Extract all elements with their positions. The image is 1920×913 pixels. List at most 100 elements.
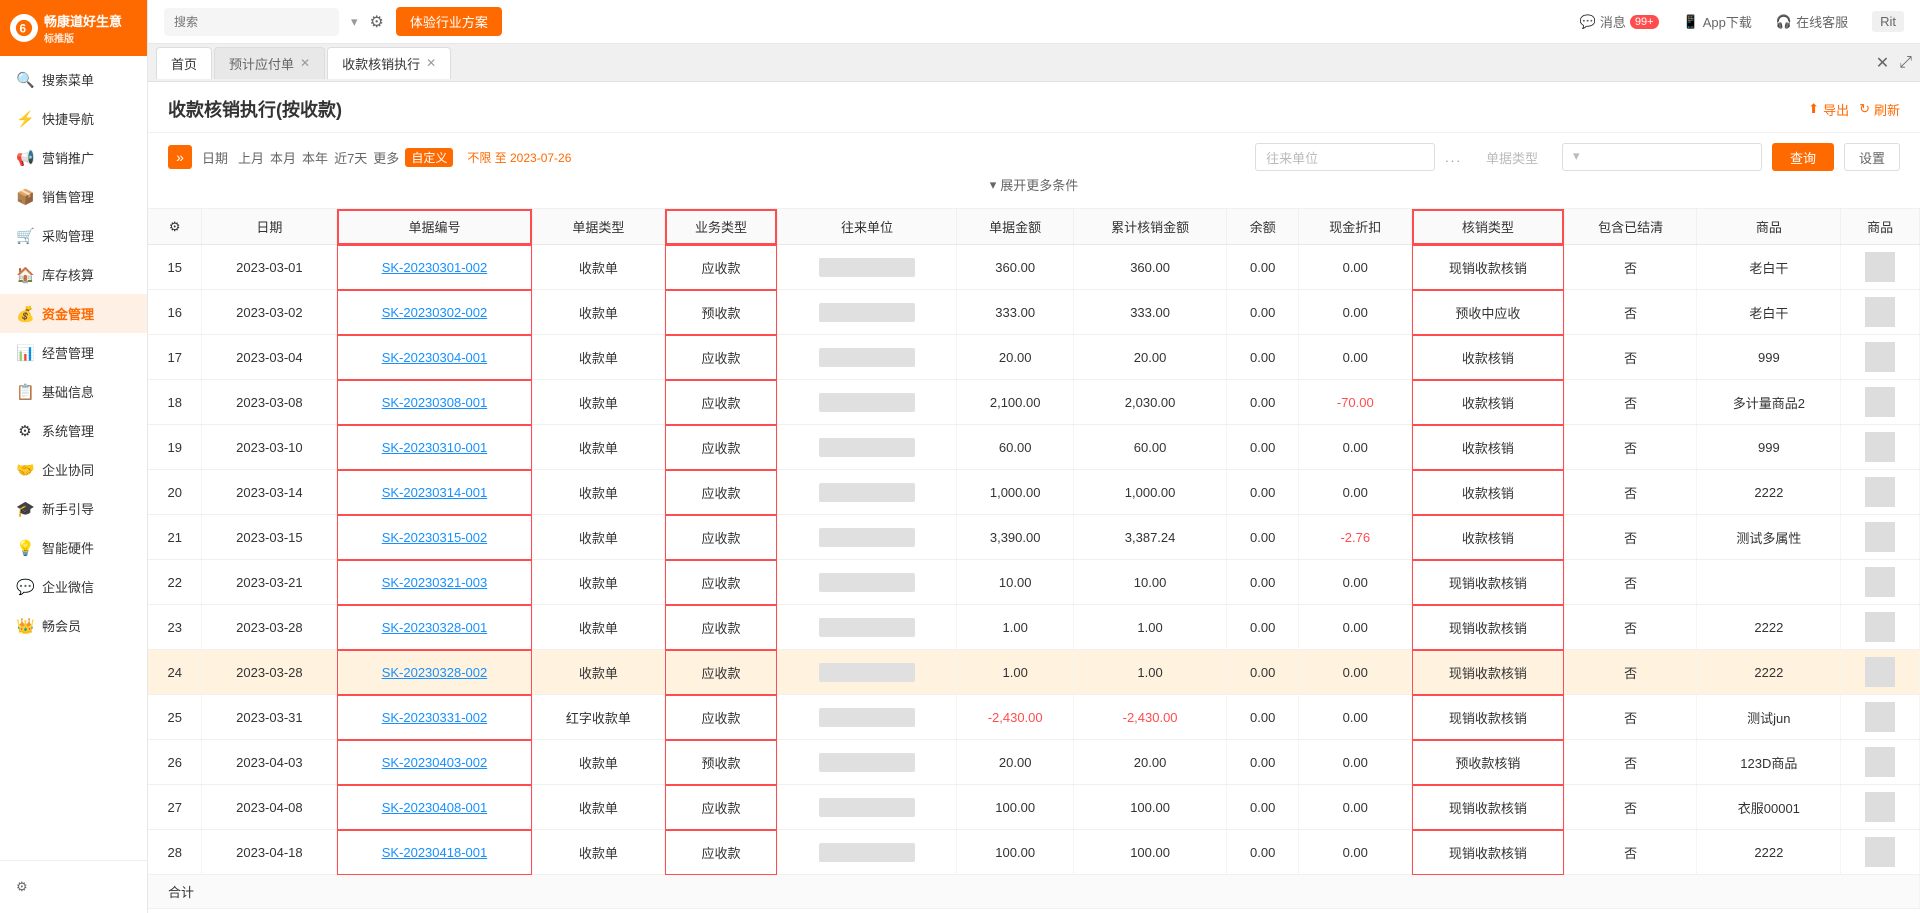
table-row[interactable]: 18 2023-03-08 SK-20230308-001 收款单 应收款 ██… <box>148 380 1920 425</box>
th-goods2[interactable]: 商品 <box>1841 209 1920 245</box>
counterpart-input[interactable]: 往来单位 <box>1255 143 1435 171</box>
bill-no-link[interactable]: SK-20230328-002 <box>382 665 488 680</box>
bill-no-link[interactable]: SK-20230321-003 <box>382 575 488 590</box>
th-amount[interactable]: 单据金额 <box>957 209 1074 245</box>
table-row[interactable]: 23 2023-03-28 SK-20230328-001 收款单 应收款 ██… <box>148 605 1920 650</box>
setting-btn[interactable]: 设置 <box>1844 143 1900 171</box>
bill-no-link[interactable]: SK-20230301-002 <box>382 260 488 275</box>
bill-no-link[interactable]: SK-20230302-002 <box>382 305 488 320</box>
bill-no-link[interactable]: SK-20230328-001 <box>382 620 488 635</box>
date-this-month[interactable]: 本月 <box>270 148 296 167</box>
table-row[interactable]: 24 2023-03-28 SK-20230328-002 收款单 应收款 ██… <box>148 650 1920 695</box>
counterpart-more-icon[interactable]: ... <box>1445 150 1462 165</box>
cell-bill-no[interactable]: SK-20230328-001 <box>337 605 532 650</box>
tabs-close-all-btn[interactable]: ✕ <box>1876 53 1889 73</box>
th-bill-type[interactable]: 单据类型 <box>532 209 665 245</box>
tab-receipt[interactable]: 收款核销执行 ✕ <box>327 47 451 79</box>
sidebar-item-finance[interactable]: 💰资金管理 <box>0 294 147 333</box>
sidebar-item-purchase[interactable]: 🛒采购管理 <box>0 216 147 255</box>
sidebar-item-sales[interactable]: 📦销售管理 <box>0 177 147 216</box>
sidebar-item-search[interactable]: 🔍搜索菜单 <box>0 60 147 99</box>
cell-bill-no[interactable]: SK-20230304-001 <box>337 335 532 380</box>
th-date[interactable]: 日期 <box>202 209 337 245</box>
table-row[interactable]: 17 2023-03-04 SK-20230304-001 收款单 应收款 ██… <box>148 335 1920 380</box>
expand-more-btn[interactable]: ▾ 展开更多条件 <box>990 175 1079 194</box>
tabs-maximize-btn[interactable]: ⤢ <box>1899 54 1912 72</box>
cell-bill-no[interactable]: SK-20230301-002 <box>337 245 532 290</box>
cell-bill-no[interactable]: SK-20230315-002 <box>337 515 532 560</box>
date-7days[interactable]: 近7天 <box>334 148 367 167</box>
th-settled[interactable]: 包含已结清 <box>1564 209 1697 245</box>
tab-payable[interactable]: 预计应付单 ✕ <box>214 47 325 79</box>
date-this-year[interactable]: 本年 <box>302 148 328 167</box>
topbar-dropdown-arrow[interactable]: ▾ <box>351 14 358 30</box>
cell-bill-no[interactable]: SK-20230328-002 <box>337 650 532 695</box>
sidebar-item-guide[interactable]: 🎓新手引导 <box>0 489 147 528</box>
sidebar-item-wechat[interactable]: 💬企业微信 <box>0 567 147 606</box>
cell-bill-no[interactable]: SK-20230408-001 <box>337 785 532 830</box>
industry-btn[interactable]: 体验行业方案 <box>396 7 502 36</box>
table-row[interactable]: 26 2023-04-03 SK-20230403-002 收款单 预收款 ██… <box>148 740 1920 785</box>
table-row[interactable]: 27 2023-04-08 SK-20230408-001 收款单 应收款 ██… <box>148 785 1920 830</box>
th-gear[interactable]: ⚙ <box>148 209 202 245</box>
topbar-app[interactable]: 📱 App下载 <box>1683 12 1752 31</box>
bill-no-link[interactable]: SK-20230331-002 <box>382 710 488 725</box>
sidebar-item-hardware[interactable]: 💡智能硬件 <box>0 528 147 567</box>
table-row[interactable]: 19 2023-03-10 SK-20230310-001 收款单 应收款 ██… <box>148 425 1920 470</box>
bill-no-link[interactable]: SK-20230304-001 <box>382 350 488 365</box>
table-gear-icon[interactable]: ⚙ <box>169 219 181 234</box>
date-prev-month[interactable]: 上月 <box>238 148 264 167</box>
search-input[interactable] <box>164 8 339 36</box>
bill-no-link[interactable]: SK-20230403-002 <box>382 755 488 770</box>
topbar-user[interactable]: Rit <box>1872 11 1904 32</box>
cell-bill-no[interactable]: SK-20230331-002 <box>337 695 532 740</box>
th-biz-type[interactable]: 业务类型 <box>665 209 778 245</box>
bill-no-link[interactable]: SK-20230418-001 <box>382 845 488 860</box>
sidebar-item-basic[interactable]: 📋基础信息 <box>0 372 147 411</box>
sidebar-item-system[interactable]: ⚙系统管理 <box>0 411 147 450</box>
table-row[interactable]: 20 2023-03-14 SK-20230314-001 收款单 应收款 ██… <box>148 470 1920 515</box>
th-verified[interactable]: 累计核销金额 <box>1074 209 1227 245</box>
query-btn[interactable]: 查询 <box>1772 143 1834 171</box>
table-row[interactable]: 28 2023-04-18 SK-20230418-001 收款单 应收款 ██… <box>148 830 1920 875</box>
th-counterpart[interactable]: 往来单位 <box>777 209 956 245</box>
refresh-btn[interactable]: ↻ 刷新 <box>1859 100 1900 119</box>
table-row[interactable]: 15 2023-03-01 SK-20230301-002 收款单 应收款 ██… <box>148 245 1920 290</box>
tab-payable-close[interactable]: ✕ <box>300 56 310 70</box>
bill-no-link[interactable]: SK-20230310-001 <box>382 440 488 455</box>
table-row[interactable]: 21 2023-03-15 SK-20230315-002 收款单 应收款 ██… <box>148 515 1920 560</box>
filter-expand-btn[interactable]: » <box>168 145 192 169</box>
date-more[interactable]: 更多 <box>373 148 399 167</box>
bill-type-select[interactable]: ▾ <box>1562 143 1762 171</box>
cell-bill-no[interactable]: SK-20230321-003 <box>337 560 532 605</box>
th-goods[interactable]: 商品 <box>1697 209 1841 245</box>
cell-bill-no[interactable]: SK-20230302-002 <box>337 290 532 335</box>
tab-home[interactable]: 首页 <box>156 47 212 79</box>
sidebar-item-member[interactable]: 👑畅会员 <box>0 606 147 645</box>
table-row[interactable]: 22 2023-03-21 SK-20230321-003 收款单 应收款 ██… <box>148 560 1920 605</box>
sidebar-item-inventory[interactable]: 🏠库存核算 <box>0 255 147 294</box>
cell-bill-no[interactable]: SK-20230403-002 <box>337 740 532 785</box>
cell-bill-no[interactable]: SK-20230310-001 <box>337 425 532 470</box>
sidebar-settings-btn[interactable]: ⚙ <box>0 871 147 903</box>
export-btn[interactable]: ⬆ 导出 <box>1808 100 1849 119</box>
th-balance[interactable]: 余额 <box>1226 209 1299 245</box>
bill-no-link[interactable]: SK-20230315-002 <box>382 530 488 545</box>
topbar-gear-icon[interactable]: ⚙ <box>370 12 384 32</box>
th-cancel-type[interactable]: 核销类型 <box>1412 209 1565 245</box>
th-bill-no[interactable]: 单据编号 <box>337 209 532 245</box>
table-row[interactable]: 25 2023-03-31 SK-20230331-002 红字收款单 应收款 … <box>148 695 1920 740</box>
bill-no-link[interactable]: SK-20230314-001 <box>382 485 488 500</box>
sidebar-item-marketing[interactable]: 📢营销推广 <box>0 138 147 177</box>
bill-no-link[interactable]: SK-20230408-001 <box>382 800 488 815</box>
topbar-msg[interactable]: 💬 消息 99+ <box>1580 12 1659 31</box>
tab-receipt-close[interactable]: ✕ <box>426 56 436 70</box>
topbar-service[interactable]: 🎧 在线客服 <box>1776 12 1848 31</box>
sidebar-item-corp[interactable]: 🤝企业协同 <box>0 450 147 489</box>
cell-bill-no[interactable]: SK-20230418-001 <box>337 830 532 875</box>
table-row[interactable]: 16 2023-03-02 SK-20230302-002 收款单 预收款 ██… <box>148 290 1920 335</box>
sidebar-item-operation[interactable]: 📊经营管理 <box>0 333 147 372</box>
cell-bill-no[interactable]: SK-20230314-001 <box>337 470 532 515</box>
cell-bill-no[interactable]: SK-20230308-001 <box>337 380 532 425</box>
sidebar-item-quick[interactable]: ⚡快捷导航 <box>0 99 147 138</box>
